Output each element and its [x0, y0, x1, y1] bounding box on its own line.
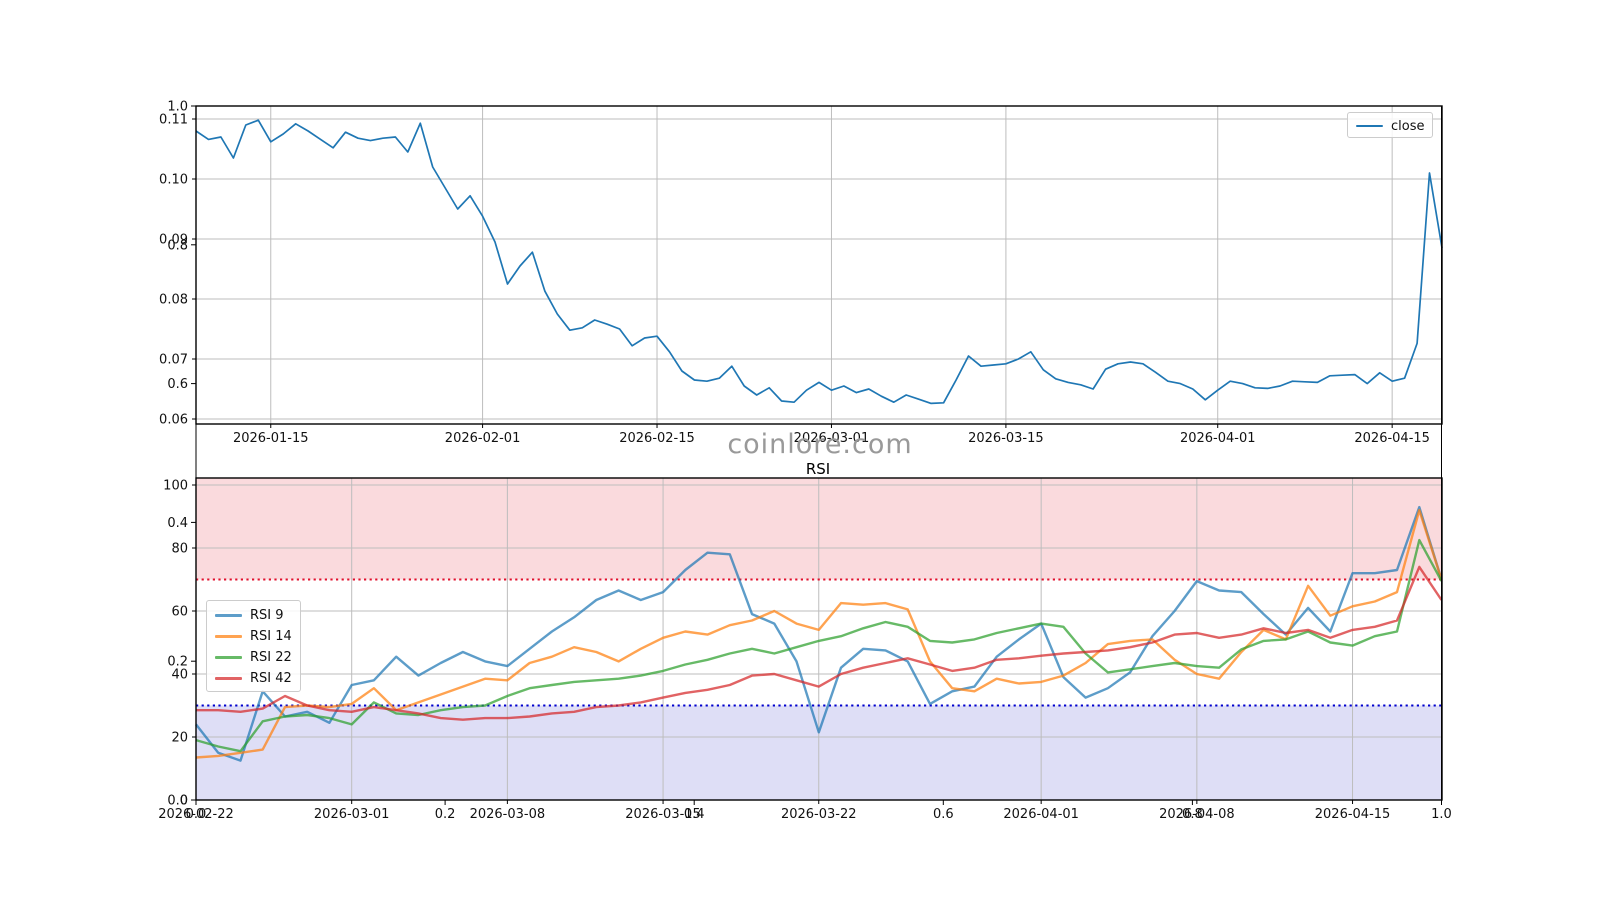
price-xtick-label: 2026-02-01	[445, 431, 521, 446]
overlay-xtick-label: 0.0	[186, 807, 207, 822]
price-ytick-label: 0.11	[159, 113, 188, 128]
overlay-xtick-label: 0.4	[684, 807, 705, 822]
legend-item-rsi14: RSI 14	[215, 626, 292, 647]
price-ytick-label: 0.06	[159, 413, 188, 428]
legend-item-rsi42: RSI 42	[215, 668, 292, 689]
legend-item-rsi9: RSI 9	[215, 605, 292, 626]
price-xtick-label: 2026-04-15	[1354, 431, 1430, 446]
watermark-text: coinlore.com	[727, 429, 913, 460]
rsi22-line-swatch	[215, 656, 242, 659]
rsi-ytick-label: 60	[171, 605, 188, 620]
legend-item-rsi22: RSI 22	[215, 647, 292, 668]
price-ytick-label: 0.07	[159, 353, 188, 368]
legend-item-close: close	[1356, 117, 1424, 135]
overlay-xtick-label: 0.6	[933, 807, 954, 822]
overlay-xtick-label: 1.0	[1431, 807, 1452, 822]
legend-label-rsi22: RSI 22	[250, 650, 292, 665]
price-axes-box	[195, 105, 1443, 425]
rsi-xtick-label: 2026-03-01	[314, 807, 390, 822]
close-line-swatch	[1356, 125, 1383, 127]
rsi-ytick-label: 20	[171, 731, 188, 746]
rsi14-line-swatch	[215, 635, 242, 638]
price-xtick-label: 2026-04-01	[1180, 431, 1256, 446]
rsi9-line-swatch	[215, 614, 242, 617]
legend-label-rsi14: RSI 14	[250, 629, 292, 644]
overlay-xtick-label: 0.8	[1182, 807, 1203, 822]
rsi42-line-swatch	[215, 677, 242, 680]
rsi-subplot-title: RSI	[805, 460, 831, 478]
overlay-ytick-label: 0.6	[167, 377, 188, 392]
rsi-xtick-label: 2026-03-08	[470, 807, 546, 822]
rsi-xtick-label: 2026-03-22	[781, 807, 857, 822]
price-ytick-label: 0.10	[159, 173, 188, 188]
rsi-xtick-label: 2026-04-01	[1003, 807, 1079, 822]
overlay-ytick-label: 0.2	[167, 655, 188, 670]
overlay-xtick-label: 0.2	[435, 807, 456, 822]
overlay-ytick-label: 1.0	[167, 100, 188, 115]
overlay-ytick-label: 0.4	[167, 516, 188, 531]
rsi-ytick-label: 40	[171, 668, 188, 683]
legend-label-rsi9: RSI 9	[250, 608, 284, 623]
rsi-ytick-label: 100	[163, 479, 188, 494]
overlay-ytick-label: 0.8	[167, 238, 188, 253]
price-xtick-label: 2026-01-15	[233, 431, 309, 446]
legend-label-close: close	[1391, 118, 1425, 134]
rsi-ytick-label: 80	[171, 542, 188, 557]
close-line	[195, 119, 1443, 405]
chart-figure: 0.06 0.07 0.08 0.09 0.10 0.11 2026-01-15 2026-0…	[0, 0, 1600, 900]
rsi-legend: RSI 9 RSI 14 RSI 22 RSI 42	[206, 600, 301, 692]
rsi-xtick-label: 2026-04-15	[1315, 807, 1391, 822]
legend-label-rsi42: RSI 42	[250, 671, 292, 686]
price-legend: close	[1347, 112, 1434, 138]
price-ytick-label: 0.08	[159, 293, 188, 308]
